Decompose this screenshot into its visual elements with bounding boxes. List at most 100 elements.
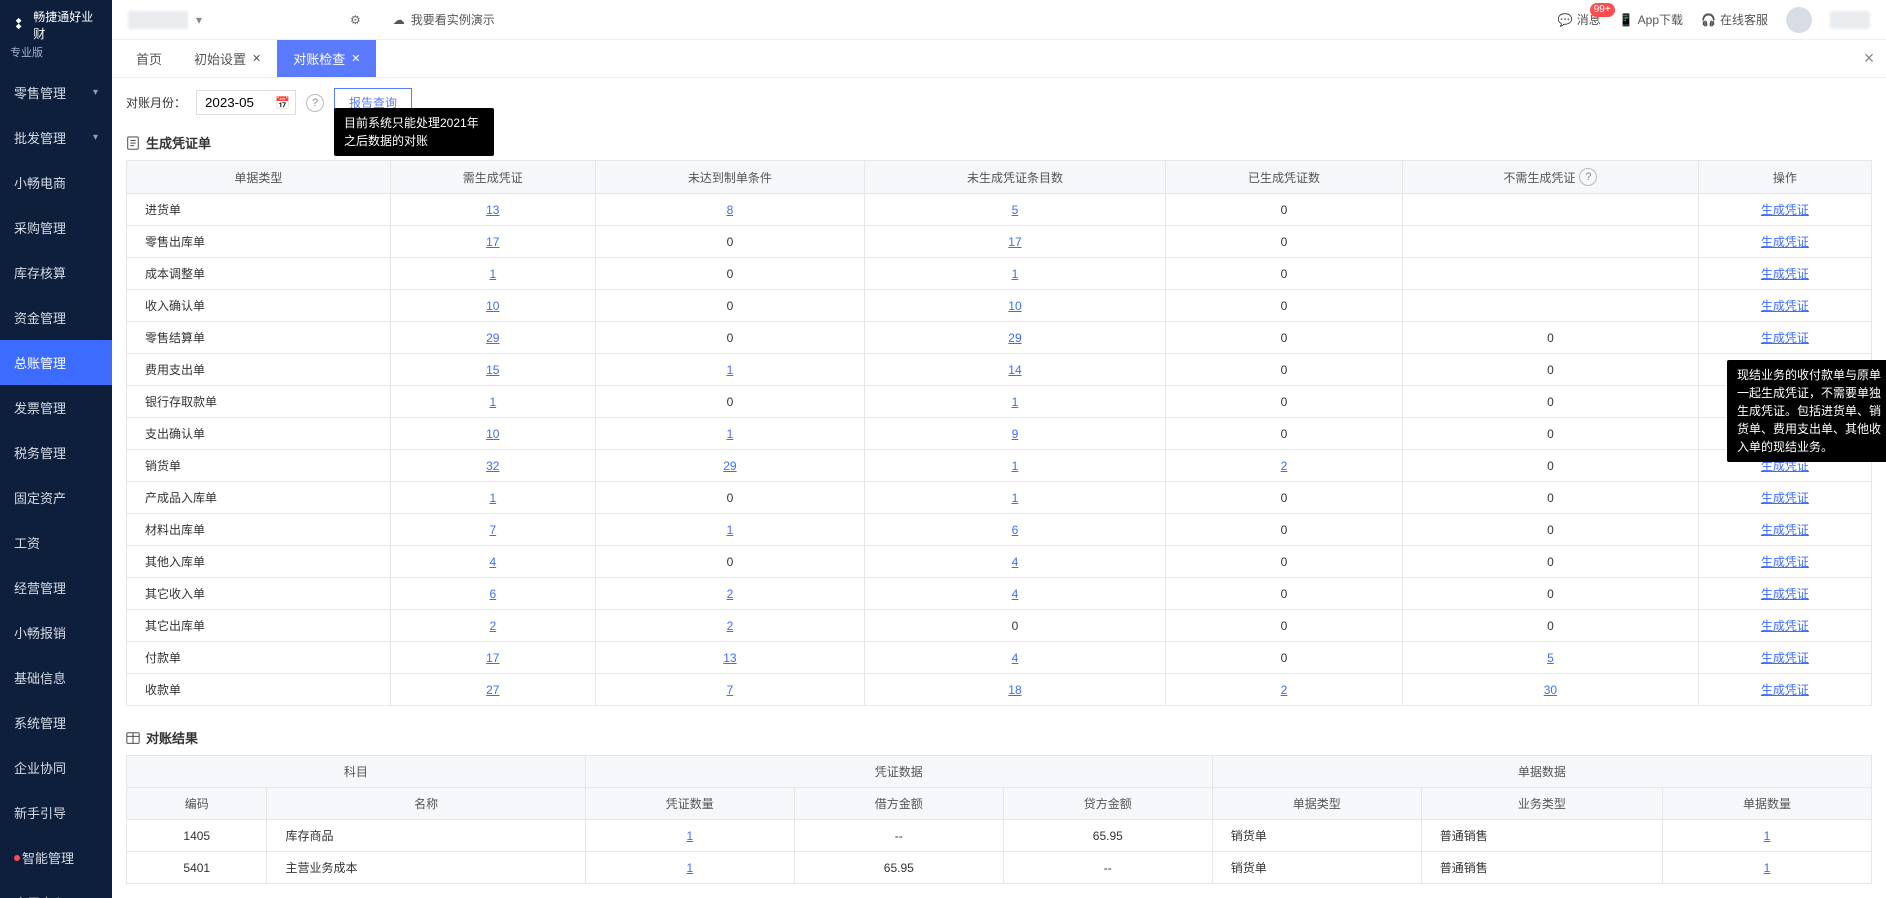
- generate-voucher-link[interactable]: 生成凭证: [1761, 683, 1809, 697]
- nav-item[interactable]: 工资: [0, 520, 112, 565]
- count-link[interactable]: 27: [486, 683, 499, 697]
- nav-item[interactable]: 基础信息: [0, 655, 112, 700]
- count-link[interactable]: 5: [1012, 203, 1019, 217]
- nav-item[interactable]: 小畅报销: [0, 610, 112, 655]
- count-link[interactable]: 4: [1012, 651, 1019, 665]
- nav-item[interactable]: 发票管理: [0, 385, 112, 430]
- count-link[interactable]: 2: [727, 587, 734, 601]
- count-link[interactable]: 29: [723, 459, 736, 473]
- generate-voucher-link[interactable]: 生成凭证: [1761, 235, 1809, 249]
- count-link[interactable]: 2: [1281, 683, 1288, 697]
- generate-voucher-link[interactable]: 生成凭证: [1761, 203, 1809, 217]
- count-link[interactable]: 1: [1012, 459, 1019, 473]
- generate-voucher-link[interactable]: 生成凭证: [1761, 587, 1809, 601]
- count-link[interactable]: 14: [1008, 363, 1021, 377]
- generate-voucher-link[interactable]: 生成凭证: [1761, 491, 1809, 505]
- count-link[interactable]: 1: [1012, 267, 1019, 281]
- generate-voucher-link[interactable]: 生成凭证: [1761, 267, 1809, 281]
- count-link[interactable]: 4: [489, 555, 496, 569]
- count-link[interactable]: 1: [1012, 395, 1019, 409]
- count-link[interactable]: 2: [1281, 459, 1288, 473]
- count-link[interactable]: 8: [727, 203, 734, 217]
- count-link[interactable]: 1: [1764, 861, 1771, 875]
- count-link[interactable]: 30: [1544, 683, 1557, 697]
- nav-item[interactable]: 税务管理: [0, 430, 112, 475]
- count-link[interactable]: 7: [489, 523, 496, 537]
- count-link[interactable]: 7: [727, 683, 734, 697]
- count-link[interactable]: 6: [1012, 523, 1019, 537]
- app-download-button[interactable]: 📱 App下载: [1619, 11, 1683, 28]
- table-cell: 65.95: [794, 852, 1003, 884]
- count-link[interactable]: 5: [1547, 651, 1554, 665]
- count-link[interactable]: 17: [486, 235, 499, 249]
- close-icon[interactable]: ✕: [351, 52, 360, 65]
- count-link[interactable]: 10: [486, 427, 499, 441]
- nav-item[interactable]: 系统管理: [0, 700, 112, 745]
- count-link[interactable]: 32: [486, 459, 499, 473]
- help-icon[interactable]: ?: [306, 94, 324, 112]
- support-button[interactable]: 🎧 在线客服: [1701, 11, 1768, 28]
- close-icon[interactable]: ✕: [252, 52, 261, 65]
- nav-item[interactable]: 批发管理▾: [0, 115, 112, 160]
- count-link[interactable]: 2: [727, 619, 734, 633]
- count-link[interactable]: 10: [486, 299, 499, 313]
- tab[interactable]: 对账检查 ✕: [277, 40, 376, 77]
- count-link[interactable]: 29: [1008, 331, 1021, 345]
- tab-label: 对账检查: [293, 49, 345, 68]
- close-all-tabs-button[interactable]: ×: [1852, 40, 1886, 77]
- tab[interactable]: 首页: [120, 40, 178, 77]
- nav-item[interactable]: 新手引导: [0, 790, 112, 835]
- count-link[interactable]: 2: [489, 619, 496, 633]
- generate-voucher-link[interactable]: 生成凭证: [1761, 299, 1809, 313]
- count-link[interactable]: 1: [489, 395, 496, 409]
- messages-button[interactable]: 💬 消息 99+: [1558, 11, 1601, 28]
- calendar-icon[interactable]: 📅: [275, 96, 290, 110]
- count-link[interactable]: 4: [1012, 555, 1019, 569]
- generate-voucher-link[interactable]: 生成凭证: [1761, 523, 1809, 537]
- count-link[interactable]: 4: [1012, 587, 1019, 601]
- count-link[interactable]: 1: [1764, 829, 1771, 843]
- count-link[interactable]: 17: [1008, 235, 1021, 249]
- nav-item[interactable]: 智能管理: [0, 835, 112, 880]
- nav-item[interactable]: 零售管理▾: [0, 70, 112, 115]
- count-link[interactable]: 1: [727, 363, 734, 377]
- count-link[interactable]: 1: [489, 491, 496, 505]
- count-link[interactable]: 1: [727, 523, 734, 537]
- nav-item[interactable]: 总账管理: [0, 340, 112, 385]
- demo-link[interactable]: ☁ 我要看实例演示: [393, 11, 495, 28]
- nav-item-label: 零售管理: [14, 83, 66, 102]
- nav-item[interactable]: 库存核算: [0, 250, 112, 295]
- count-link[interactable]: 9: [1012, 427, 1019, 441]
- count-link[interactable]: 1: [686, 861, 693, 875]
- count-link[interactable]: 29: [486, 331, 499, 345]
- org-selector[interactable]: ▾: [128, 11, 338, 29]
- count-link[interactable]: 18: [1008, 683, 1021, 697]
- count-link[interactable]: 15: [486, 363, 499, 377]
- nav-item[interactable]: 应用中心: [0, 880, 112, 898]
- nav-item[interactable]: 企业协同: [0, 745, 112, 790]
- nav-item[interactable]: 采购管理: [0, 205, 112, 250]
- count-link[interactable]: 1: [686, 829, 693, 843]
- count-link[interactable]: 1: [1012, 491, 1019, 505]
- generate-voucher-link[interactable]: 生成凭证: [1761, 331, 1809, 345]
- no-voucher-tooltip: 现结业务的收付款单与原单一起生成凭证，不需要单独生成凭证。包括进货单、销货单、费…: [1727, 360, 1886, 462]
- generate-voucher-link[interactable]: 生成凭证: [1761, 651, 1809, 665]
- generate-voucher-link[interactable]: 生成凭证: [1761, 555, 1809, 569]
- gear-icon[interactable]: ⚙: [350, 13, 361, 27]
- nav-item[interactable]: 小畅电商: [0, 160, 112, 205]
- nav-item[interactable]: 资金管理: [0, 295, 112, 340]
- count-link[interactable]: 13: [486, 203, 499, 217]
- count-link[interactable]: 1: [489, 267, 496, 281]
- nav-item[interactable]: 经营管理: [0, 565, 112, 610]
- count-link[interactable]: 10: [1008, 299, 1021, 313]
- count-link[interactable]: 6: [489, 587, 496, 601]
- count-link[interactable]: 17: [486, 651, 499, 665]
- count-link[interactable]: 1: [727, 427, 734, 441]
- help-icon[interactable]: ?: [1579, 168, 1597, 186]
- table-header: 借方金额: [794, 788, 1003, 820]
- generate-voucher-link[interactable]: 生成凭证: [1761, 619, 1809, 633]
- nav-item[interactable]: 固定资产: [0, 475, 112, 520]
- count-link[interactable]: 13: [723, 651, 736, 665]
- avatar[interactable]: [1786, 7, 1812, 33]
- tab[interactable]: 初始设置✕: [178, 40, 277, 77]
